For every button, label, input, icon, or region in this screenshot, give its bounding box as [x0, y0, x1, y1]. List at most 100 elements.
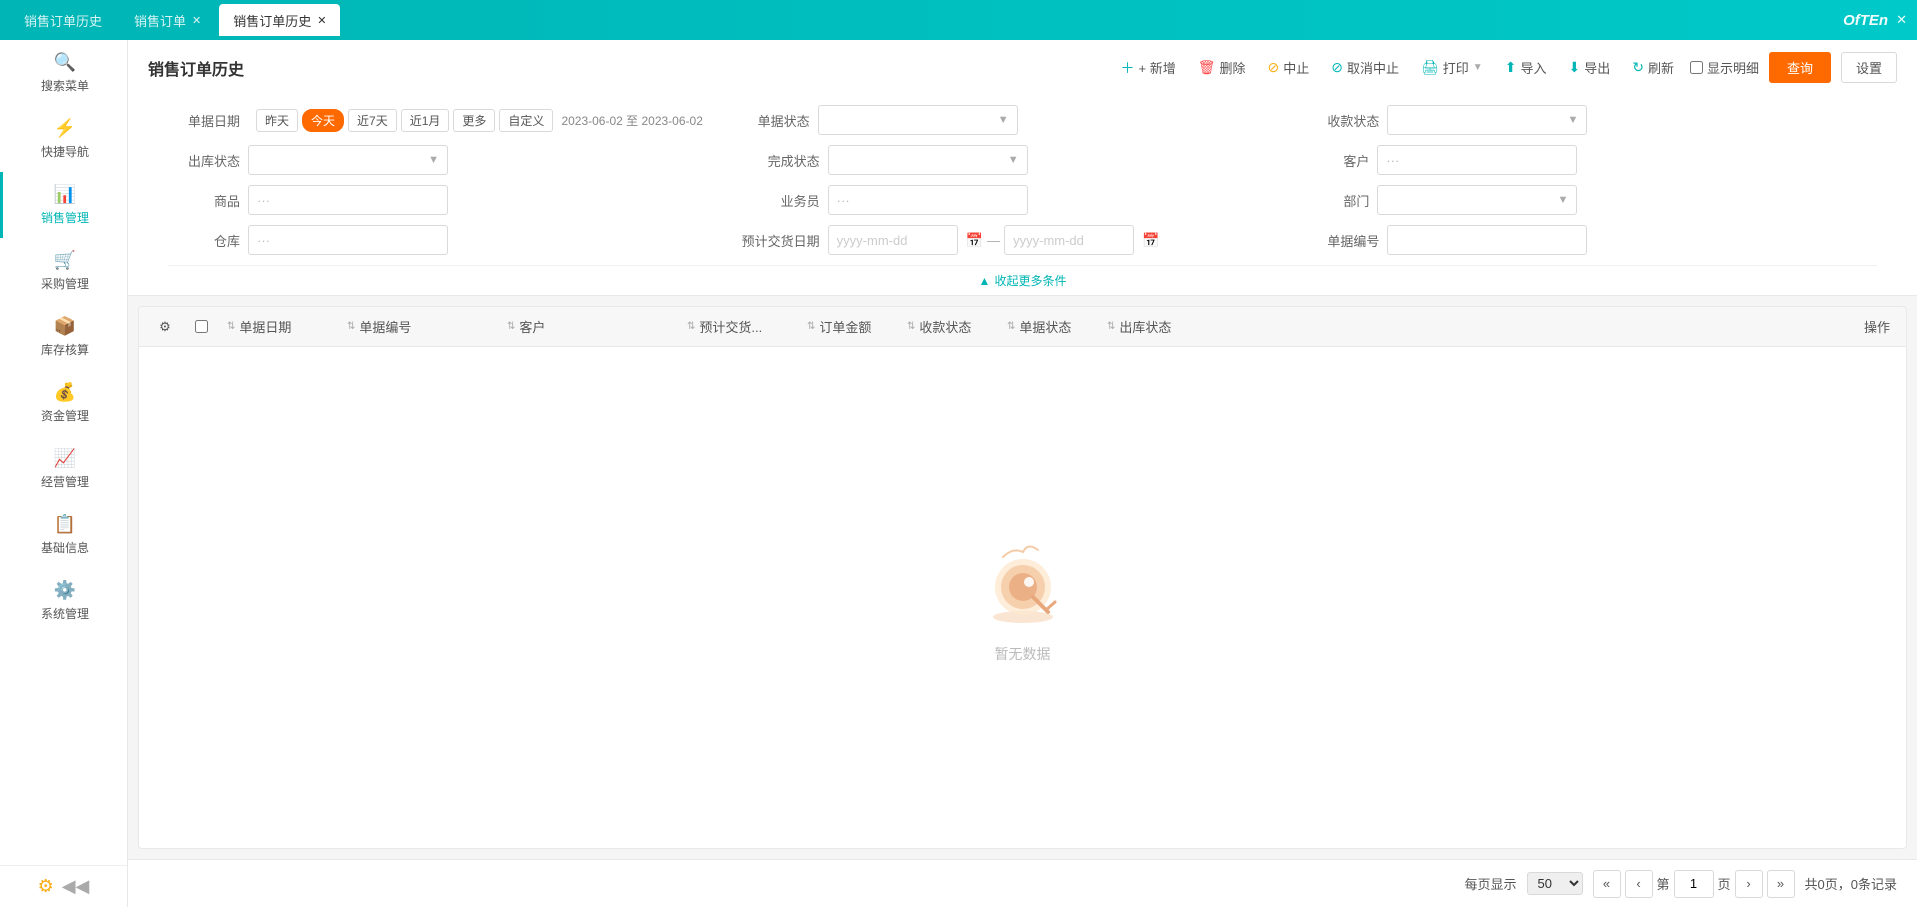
- print-button[interactable]: 🖨 打印 ▼: [1415, 54, 1489, 81]
- tab-sales-order-history[interactable]: 销售订单历史 ✕: [219, 4, 340, 36]
- date-btn-today[interactable]: 今天: [302, 109, 344, 132]
- th-checkbox[interactable]: [183, 320, 219, 333]
- sidebar-item-sys-mgmt-label: 系统管理: [41, 605, 89, 622]
- refresh-label: 刷新: [1648, 58, 1674, 77]
- prev-page-button[interactable]: ‹: [1625, 870, 1653, 898]
- delivery-start-input[interactable]: yyyy-mm-dd: [828, 225, 958, 255]
- page-size-select[interactable]: 10 20 50 100: [1527, 872, 1583, 895]
- last-page-icon: »: [1777, 876, 1784, 891]
- th-delivery[interactable]: ⇅ 预计交货...: [679, 317, 799, 336]
- refresh-button[interactable]: ↻ 刷新: [1626, 54, 1680, 81]
- query-button[interactable]: 查询: [1769, 52, 1831, 83]
- sidebar-item-base-info[interactable]: 📋 基础信息: [0, 502, 127, 568]
- sidebar-item-finance[interactable]: 💰 资金管理: [0, 370, 127, 436]
- collapse-button[interactable]: ▲ 收起更多条件: [168, 265, 1877, 295]
- sidebar-item-search-label: 搜索菜单: [41, 77, 89, 94]
- sidebar-item-inventory[interactable]: 📦 库存核算: [0, 304, 127, 370]
- department-label: 部门: [1327, 191, 1377, 210]
- th-bill-status[interactable]: ⇅ 单据状态: [999, 317, 1099, 336]
- th-date[interactable]: ⇅ 单据日期: [219, 317, 339, 336]
- page-title-row: 销售订单历史 ＋ + 新增 🗑 删除 ⊘ 中止 ⊘: [148, 52, 1897, 83]
- display-detail-checkbox-group: 显示明细: [1690, 58, 1759, 77]
- th-action-label: 操作: [1864, 317, 1890, 336]
- tab-sales-order-history-close[interactable]: ✕: [317, 14, 326, 27]
- export-button[interactable]: ⬇ 导出: [1562, 54, 1616, 81]
- payment-status-arrow-icon: ▼: [1567, 114, 1578, 126]
- warehouse-input[interactable]: ···: [248, 225, 448, 255]
- th-payment-label: 收款状态: [919, 317, 971, 336]
- bill-status-select[interactable]: ▼: [818, 105, 1018, 135]
- date-btn-1month[interactable]: 近1月: [401, 109, 450, 132]
- warehouse-status-select[interactable]: ▼: [248, 145, 448, 175]
- delivery-end-placeholder: yyyy-mm-dd: [1013, 233, 1084, 248]
- new-icon: ＋: [1120, 58, 1134, 78]
- date-btn-yesterday[interactable]: 昨天: [256, 109, 298, 132]
- sidebar-item-search[interactable]: 🔍 搜索菜单: [0, 40, 127, 106]
- select-all-checkbox[interactable]: [195, 320, 208, 333]
- salesperson-input[interactable]: ···: [828, 185, 1028, 215]
- date-btn-more[interactable]: 更多: [453, 109, 495, 132]
- sidebar-item-sys-mgmt[interactable]: ⚙️ 系统管理: [0, 568, 127, 634]
- department-select[interactable]: ▼: [1377, 185, 1577, 215]
- last-page-button[interactable]: »: [1767, 870, 1795, 898]
- export-label: 导出: [1584, 58, 1610, 77]
- delivery-start-cal-icon[interactable]: 📅: [966, 232, 983, 249]
- sidebar-item-purchase[interactable]: 🛒 采购管理: [0, 238, 127, 304]
- complete-status-label: 完成状态: [748, 151, 828, 170]
- stop-button[interactable]: ⊘ 中止: [1262, 54, 1316, 81]
- refresh-icon: ↻: [1632, 59, 1644, 76]
- main-layout: 🔍 搜索菜单 ⚡ 快捷导航 📊 销售管理 🛒 采购管理 📦 库存核算 💰 资金管…: [0, 40, 1917, 907]
- sidebar-settings-icon[interactable]: ⚙: [38, 876, 54, 897]
- top-bar-right: OfTEn ✕: [1843, 12, 1907, 29]
- bill-no-control: [1387, 225, 1877, 255]
- sidebar-collapse-icon[interactable]: ◀◀: [62, 876, 90, 897]
- tab-sales-order[interactable]: 销售订单 ✕: [120, 4, 215, 36]
- tab-home[interactable]: 销售订单历史: [10, 4, 116, 36]
- th-warehouse-status[interactable]: ⇅ 出库状态: [1099, 317, 1199, 336]
- th-payment-status[interactable]: ⇅ 收款状态: [899, 317, 999, 336]
- display-detail-checkbox[interactable]: [1690, 61, 1703, 74]
- import-label: 导入: [1520, 58, 1546, 77]
- sidebar-item-quick-nav[interactable]: ⚡ 快捷导航: [0, 106, 127, 172]
- th-customer[interactable]: ⇅ 客户: [499, 317, 679, 336]
- base-info-icon: 📋: [54, 514, 76, 535]
- tab-sales-order-close[interactable]: ✕: [192, 14, 201, 27]
- setting-button[interactable]: 设置: [1841, 52, 1897, 83]
- th-no[interactable]: ⇅ 单据编号: [339, 317, 499, 336]
- import-button[interactable]: ⬆ 导入: [1499, 54, 1553, 81]
- cancel-stop-button[interactable]: ⊘ 取消中止: [1325, 54, 1405, 81]
- delivery-end-input[interactable]: yyyy-mm-dd: [1004, 225, 1134, 255]
- payment-status-select[interactable]: ▼: [1387, 105, 1587, 135]
- department-control: ▼: [1377, 185, 1877, 215]
- date-btn-custom[interactable]: 自定义: [499, 109, 553, 132]
- bill-status-arrow-icon: ▼: [998, 114, 1009, 126]
- new-label: + 新增: [1138, 58, 1175, 77]
- delete-button[interactable]: 🗑 删除: [1192, 54, 1252, 81]
- sidebar-item-operations[interactable]: 📈 经营管理: [0, 436, 127, 502]
- collapse-label: 收起更多条件: [994, 272, 1066, 289]
- bill-no-input[interactable]: [1387, 225, 1587, 255]
- print-label: 打印: [1443, 58, 1469, 77]
- empty-state: 暂无数据: [139, 347, 1906, 848]
- new-button[interactable]: ＋ + 新增: [1114, 54, 1181, 82]
- date-btn-7days[interactable]: 近7天: [348, 109, 397, 132]
- complete-status-select[interactable]: ▼: [828, 145, 1028, 175]
- th-amount[interactable]: ⇅ 订单金额: [799, 317, 899, 336]
- product-input[interactable]: ···: [248, 185, 448, 215]
- salesperson-control: ···: [828, 185, 1328, 215]
- th-delivery-label: 预计交货...: [699, 317, 762, 336]
- first-page-button[interactable]: «: [1593, 870, 1621, 898]
- sidebar-item-inventory-label: 库存核算: [41, 341, 89, 358]
- payment-status-control: ▼: [1387, 105, 1877, 135]
- delivery-end-cal-icon[interactable]: 📅: [1142, 232, 1159, 249]
- warehouse-status-control: ▼: [248, 145, 748, 175]
- table-area: ⚙ ⇅ 单据日期 ⇅ 单据编号 ⇅ 客户 ⇅: [138, 306, 1907, 849]
- delivery-date-control: yyyy-mm-dd 📅 — yyyy-mm-dd 📅: [828, 225, 1318, 255]
- th-settings[interactable]: ⚙: [147, 319, 183, 335]
- customer-input[interactable]: ···: [1377, 145, 1577, 175]
- page-number-input[interactable]: [1674, 870, 1714, 898]
- next-page-button[interactable]: ›: [1735, 870, 1763, 898]
- date-range-display: 2023-06-02 至 2023-06-02: [561, 112, 702, 129]
- sidebar-item-sales[interactable]: 📊 销售管理: [0, 172, 127, 238]
- window-close-btn[interactable]: ✕: [1896, 12, 1907, 28]
